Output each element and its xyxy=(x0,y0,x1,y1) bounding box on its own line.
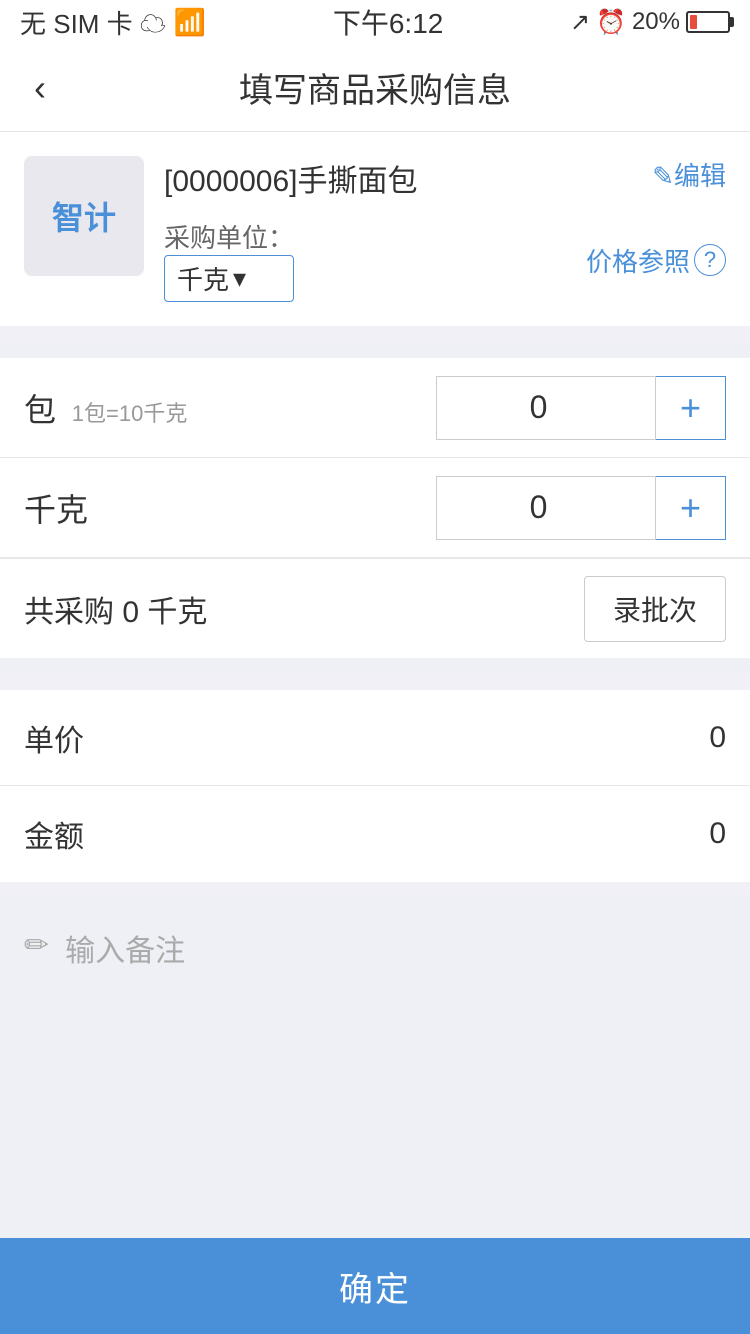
kg-label: 千克 xyxy=(24,492,88,528)
unit-label: 采购单位： xyxy=(164,223,294,253)
bag-label: 包 xyxy=(24,392,56,428)
unit-price-value: 0 xyxy=(709,721,726,755)
unit-value: 千克 xyxy=(177,260,229,297)
location-icon: ↗ xyxy=(570,8,590,37)
page-title: 填写商品采购信息 xyxy=(239,63,511,112)
kg-input[interactable] xyxy=(436,476,656,540)
pencil-icon: ✏ xyxy=(24,928,49,963)
status-right: ↗ ⏰ 20% xyxy=(570,8,730,37)
amount-value: 0 xyxy=(709,817,726,851)
product-info: [0000006]手撕面包 ✎编辑 采购单位： 千克 ▾ 价格参照 ? xyxy=(164,156,726,302)
price-section: 单价 0 金额 0 xyxy=(0,690,750,882)
product-name: [0000006]手撕面包 xyxy=(164,156,417,200)
battery-percent: 20% xyxy=(632,8,680,36)
status-bar: 无 SIM 卡 ☁ 📶 下午6:12 ↗ ⏰ 20% xyxy=(0,0,750,44)
kg-input-row: 千克 + xyxy=(0,458,750,558)
price-ref-label: 价格参照 xyxy=(586,242,690,279)
bag-unit-label: 1包=10千克 xyxy=(72,401,188,426)
bag-input-row: 包 1包=10千克 + xyxy=(0,358,750,458)
kg-input-group: + xyxy=(436,476,726,540)
confirm-button[interactable]: 确定 xyxy=(0,1238,750,1334)
bag-plus-button[interactable]: + xyxy=(656,376,726,440)
price-ref-button[interactable]: 价格参照 ? xyxy=(586,242,726,279)
chevron-down-icon: ▾ xyxy=(233,263,246,294)
section-divider-1 xyxy=(0,342,750,358)
section-divider-2 xyxy=(0,658,750,674)
status-left: 无 SIM 卡 ☁ 📶 xyxy=(20,4,206,41)
product-name-row: [0000006]手撕面包 ✎编辑 xyxy=(164,156,726,200)
bag-label-group: 包 1包=10千克 xyxy=(24,385,416,431)
batch-button[interactable]: 录批次 xyxy=(584,576,726,642)
unit-row: 采购单位： 千克 ▾ 价格参照 ? xyxy=(164,218,726,302)
edit-button[interactable]: ✎编辑 xyxy=(652,156,726,193)
product-image: 智计 xyxy=(24,156,144,276)
kg-plus-button[interactable]: + xyxy=(656,476,726,540)
back-button[interactable]: ‹ xyxy=(24,57,56,119)
product-logo-text: 智计 xyxy=(52,193,116,239)
total-text: 共采购 0 千克 xyxy=(24,587,207,631)
amount-label: 金额 xyxy=(24,812,84,856)
unit-price-row: 单价 0 xyxy=(0,690,750,786)
help-icon: ? xyxy=(694,244,726,276)
unit-select[interactable]: 千克 ▾ xyxy=(164,255,294,302)
status-time: 下午6:12 xyxy=(333,2,444,42)
unit-label-group: 采购单位： 千克 ▾ xyxy=(164,218,294,302)
product-card: 智计 [0000006]手撕面包 ✎编辑 采购单位： 千克 ▾ 价格参照 ? xyxy=(0,132,750,326)
sim-status: 无 SIM 卡 ☁ xyxy=(20,4,166,41)
amount-row: 金额 0 xyxy=(0,786,750,882)
nav-bar: ‹ 填写商品采购信息 xyxy=(0,44,750,132)
unit-price-label: 单价 xyxy=(24,716,84,760)
total-row: 共采购 0 千克 录批次 xyxy=(0,558,750,658)
bag-input-group: + xyxy=(436,376,726,440)
kg-label-group: 千克 xyxy=(24,485,416,531)
quantity-section: 包 1包=10千克 + 千克 + 共采购 0 千克 录批次 xyxy=(0,358,750,658)
bag-input[interactable] xyxy=(436,376,656,440)
alarm-icon: ⏰ xyxy=(596,8,626,37)
bottom-area: 确定 xyxy=(0,1238,750,1334)
notes-section[interactable]: ✏ 输入备注 xyxy=(0,898,750,1238)
battery-icon xyxy=(686,11,730,33)
wifi-icon: 📶 xyxy=(174,7,206,38)
notes-placeholder: 输入备注 xyxy=(65,926,185,970)
